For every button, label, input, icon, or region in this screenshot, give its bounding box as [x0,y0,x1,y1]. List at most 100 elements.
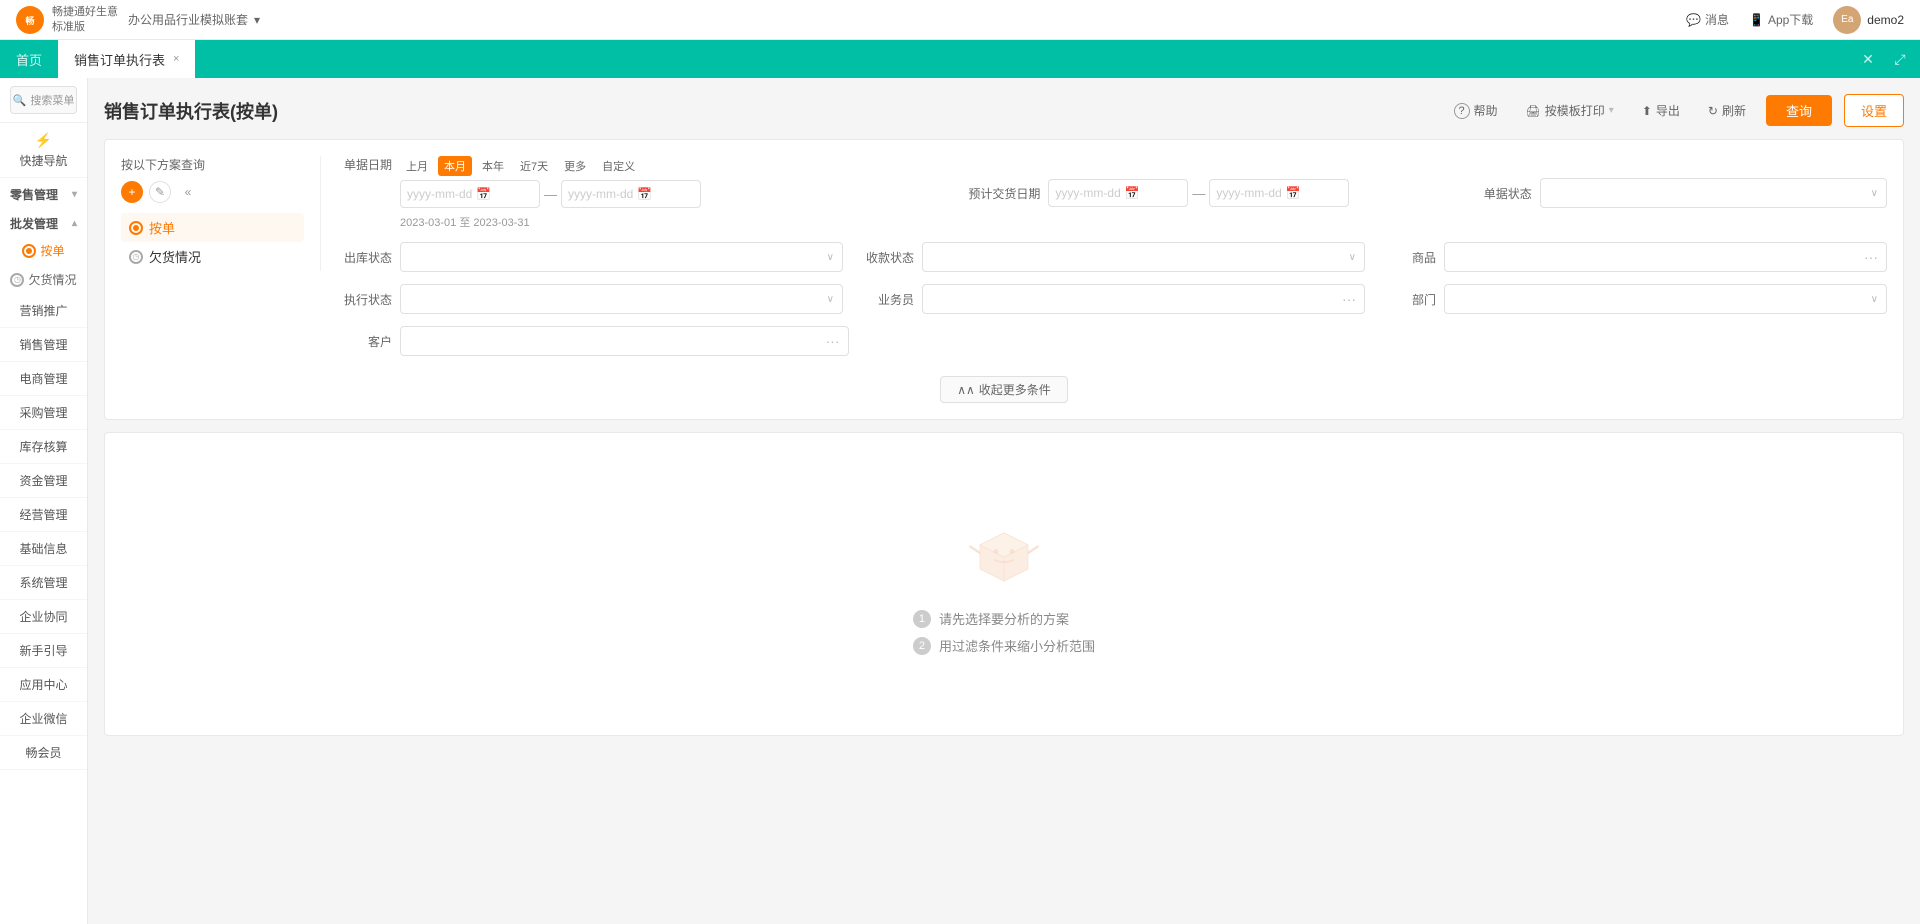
expected-date-from[interactable]: yyyy-mm-dd 📅 [1048,179,1188,207]
sidebar-item-wechat[interactable]: 企业微信 [0,702,87,736]
retail-arrow-icon: ▾ [72,189,77,200]
date-to-placeholder: yyyy-mm-dd [568,187,633,201]
search-btn-label: 查询 [1786,101,1812,120]
user-name: demo2 [1867,13,1904,27]
product-input[interactable]: ··· [1444,242,1887,272]
sidebar-retail-label: 零售管理 [10,186,58,203]
sidebar-item-system[interactable]: 系统管理 [0,566,87,600]
search-icon: 🔍 [13,94,27,107]
filter-panel: 按以下方案查询 + ✎ « 按单 ◷ 欠货 [104,139,1904,420]
sidebar-item-newbie[interactable]: 新手引导 [0,634,87,668]
order-status-label: 单据状态 [1477,185,1532,202]
sidebar-sub-item-sales-scheme[interactable]: 按单 [0,236,87,265]
empty-illustration [964,513,1044,593]
add-scheme-button[interactable]: + [121,181,143,203]
logo-text: 畅捷通好生意 标准版 [52,5,118,34]
filter-scheme-title-label: 按以下方案查询 [121,156,205,173]
collapse-more-btn[interactable]: ∧∧ 收起更多条件 [940,376,1068,403]
sidebar-item-wholesale[interactable]: 批发管理 ▴ [0,207,87,236]
salesperson-input[interactable]: ··· [922,284,1365,314]
page-title: 销售订单执行表(按单) [104,98,278,124]
tab-home[interactable]: 首页 [0,40,58,78]
sidebar-item-enterprise[interactable]: 企业协同 [0,600,87,634]
field-department: 部门 ∨ [1381,284,1887,314]
tab-close-window[interactable]: ✕ [1856,47,1880,71]
scheme-item-by-order[interactable]: 按单 [121,213,304,242]
expected-date-to[interactable]: yyyy-mm-dd 📅 [1209,179,1349,207]
date-from-placeholder: yyyy-mm-dd [407,187,472,201]
export-button[interactable]: ⬆ 导出 [1634,98,1688,123]
empty-step-1: 1 请先选择要分析的方案 [913,609,1095,628]
sidebar-app-center-label: 应用中心 [19,676,67,693]
user-area[interactable]: Ea demo2 [1833,6,1904,34]
date-btn-more[interactable]: 更多 [558,156,592,176]
sidebar-basic-label: 基础信息 [19,540,67,557]
sidebar-item-marketing[interactable]: 营销推广 [0,294,87,328]
tab-maximize-window[interactable]: ⤢ [1888,47,1912,71]
sidebar-item-basic[interactable]: 基础信息 [0,532,87,566]
department-select[interactable]: ∨ [1444,284,1887,314]
filter-row-3: 执行状态 ∨ 业务员 ··· [337,284,1887,314]
sidebar-item-quick-nav[interactable]: ⚡ 快捷导航 [0,123,87,178]
customer-dots-icon[interactable]: ··· [826,333,840,349]
sidebar-item-finance[interactable]: 资金管理 [0,464,87,498]
sidebar-item-purchase[interactable]: 采购管理 [0,396,87,430]
date-btn-last-month[interactable]: 上月 [400,156,434,176]
sidebar-item-member[interactable]: 畅会员 [0,736,87,770]
header-title: 办公用品行业模拟账套 [128,11,248,28]
field-product: 商品 ··· [1381,242,1887,272]
delivery-status-label: 出库状态 [337,249,392,266]
edit-scheme-button[interactable]: ✎ [149,181,171,203]
sidebar-item-sales-mgmt[interactable]: 销售管理 [0,328,87,362]
settings-button[interactable]: 设置 [1844,94,1904,127]
template-print-button[interactable]: 🖨 按模板打印 ▾ [1518,98,1622,123]
date-btn-this-year[interactable]: 本年 [476,156,510,176]
message-action[interactable]: 💬 消息 [1686,11,1729,28]
tab-home-label: 首页 [16,50,42,69]
payment-status-select[interactable]: ∨ [922,242,1365,272]
sidebar-finance-label: 资金管理 [19,472,67,489]
sidebar-item-inventory[interactable]: 库存核算 [0,430,87,464]
expected-date-label: 预计交货日期 [968,185,1040,202]
empty-state: 1 请先选择要分析的方案 2 用过滤条件来缩小分析范围 [105,433,1903,735]
message-icon: 💬 [1686,13,1701,27]
exp-from-placeholder: yyyy-mm-dd [1055,186,1120,200]
step-1-label: 请先选择要分析的方案 [939,609,1069,628]
svg-text:畅: 畅 [25,15,34,26]
sidebar-item-app-center[interactable]: 应用中心 [0,668,87,702]
customer-input[interactable]: ··· [400,326,849,356]
tab-sales-order[interactable]: 销售订单执行表 × [58,40,195,78]
refresh-label: 刷新 [1722,102,1746,119]
date-btn-last-7-days[interactable]: 近7天 [514,156,554,176]
product-dots-icon[interactable]: ··· [1864,249,1878,265]
collapse-scheme-button[interactable]: « [177,181,199,203]
sidebar-item-retail[interactable]: 零售管理 ▾ [0,178,87,207]
exp-cal-to-icon: 📅 [1286,186,1301,200]
sidebar-search-button[interactable]: 🔍 搜索菜单 [10,86,77,114]
refresh-icon: ↻ [1708,104,1718,118]
expected-date-range: yyyy-mm-dd 📅 — yyyy-mm-dd 📅 [1048,179,1460,207]
content-area: 销售订单执行表(按单) ? 帮助 🖨 按模板打印 ▾ ⬆ 导出 ↻ 刷新 [88,78,1920,924]
help-button[interactable]: ? 帮助 [1446,98,1506,123]
search-button[interactable]: 查询 [1766,95,1832,126]
tab-close-icon[interactable]: × [173,53,179,65]
exp-cal-from-icon: 📅 [1125,186,1140,200]
date-from-input[interactable]: yyyy-mm-dd 📅 [400,180,540,208]
sidebar-sub-item-debt[interactable]: ◷ 欠货情况 [0,265,87,294]
sidebar-newbie-label: 新手引导 [19,642,67,659]
app-download-action[interactable]: 📱 App下载 [1749,11,1813,28]
salesperson-dots-icon[interactable]: ··· [1342,291,1356,307]
sidebar-item-operations[interactable]: 经营管理 [0,498,87,532]
empty-step-2: 2 用过滤条件来缩小分析范围 [913,636,1095,655]
execution-status-select[interactable]: ∨ [400,284,843,314]
date-btn-custom[interactable]: 自定义 [596,156,641,176]
sidebar-item-ecommerce[interactable]: 电商管理 [0,362,87,396]
refresh-button[interactable]: ↻ 刷新 [1700,98,1754,123]
delivery-status-select[interactable]: ∨ [400,242,843,272]
order-status-select[interactable]: ∨ [1540,178,1887,208]
date-btn-this-month[interactable]: 本月 [438,156,472,176]
header-title-area[interactable]: 办公用品行业模拟账套 ▾ [128,11,260,28]
calendar-icon-from: 📅 [476,187,491,201]
date-to-input[interactable]: yyyy-mm-dd 📅 [561,180,701,208]
scheme-item-debt-status[interactable]: ◷ 欠货情况 [121,242,304,271]
